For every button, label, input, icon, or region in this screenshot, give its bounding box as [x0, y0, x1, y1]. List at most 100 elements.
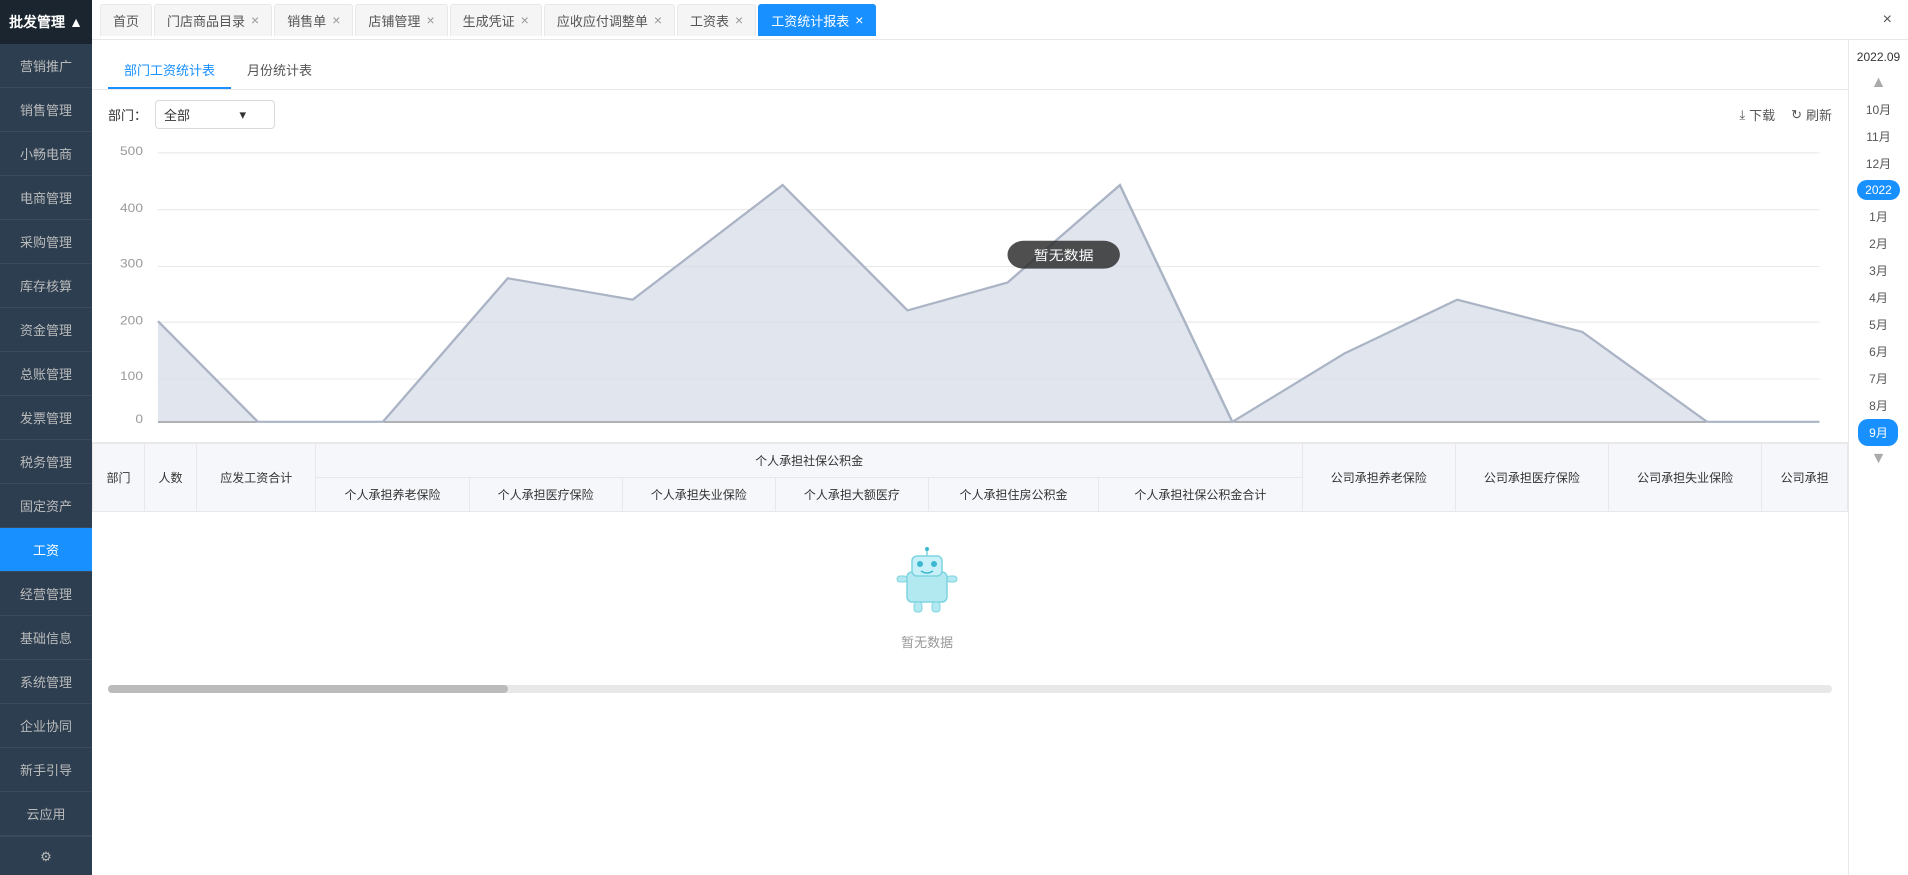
date-nav-up-arrow[interactable]: ▲ — [1867, 70, 1891, 96]
inner-content: 部门工资统计表月份统计表 部门： 全部 ▾ ⤓ 下载 — [92, 40, 1848, 875]
svg-text:100: 100 — [120, 369, 143, 383]
sidebar-item-营销推广[interactable]: 营销推广 — [0, 44, 92, 88]
refresh-button[interactable]: ↻ 刷新 — [1791, 105, 1832, 124]
empty-row: 暂无数据 — [93, 512, 1848, 682]
tab-close-button[interactable]: × — [521, 13, 529, 27]
tab-应收应付调整单[interactable]: 应收应付调整单 × — [544, 4, 675, 36]
sidebar-item-销售管理[interactable]: 销售管理 — [0, 88, 92, 132]
empty-text: 暂无数据 — [901, 632, 953, 651]
sidebar-item-资金管理[interactable]: 资金管理 — [0, 308, 92, 352]
svg-text:0: 0 — [135, 412, 143, 426]
empty-state: 暂无数据 — [93, 512, 1762, 681]
sidebar-title: 批发管理 — [9, 12, 65, 32]
col-group-personal: 个人承担社保公积金 — [316, 444, 1302, 478]
table-scrollbar[interactable] — [108, 685, 1832, 693]
col-company-pension: 公司承担养老保险 — [1302, 444, 1455, 512]
table-area[interactable]: 部门 人数 应发工资合计 个人承担社保公积金 公司承担养老保险 公司承担医疗保险… — [92, 442, 1848, 875]
tab-工资统计报表[interactable]: 工资统计报表 × — [758, 4, 876, 36]
tab-close-button[interactable]: × — [332, 13, 340, 27]
col-personal-medical: 个人承担医疗保险 — [469, 478, 622, 512]
tab-close-button[interactable]: × — [735, 13, 743, 27]
download-button[interactable]: ⤓ 下载 — [1739, 105, 1775, 124]
tab-生成凭证[interactable]: 生成凭证× — [450, 4, 542, 36]
sidebar-item-企业协同[interactable]: 企业协同 — [0, 704, 92, 748]
col-company-medical: 公司承担医疗保险 — [1455, 444, 1608, 512]
tab-门店商品目录[interactable]: 门店商品目录 × — [154, 4, 272, 36]
date-nav-year[interactable]: 2022 — [1857, 180, 1900, 200]
toolbar-right: ⤓ 下载 ↻ 刷新 — [1739, 105, 1832, 124]
toolbar-left: 部门： 全部 ▾ — [108, 100, 275, 129]
date-nav-month-8月[interactable]: 8月 — [1857, 392, 1900, 419]
date-nav-month-2月[interactable]: 2月 — [1857, 230, 1900, 257]
close-all-tabs-button[interactable]: × — [1875, 7, 1900, 33]
no-data-tooltip-text: 暂无数据 — [1034, 248, 1094, 263]
tab-首页[interactable]: 首页 — [100, 4, 152, 36]
sidebar-item-小畅电商[interactable]: 小畅电商 — [0, 132, 92, 176]
tab-label: 应收应付调整单 — [557, 11, 648, 30]
tab-销售单[interactable]: 销售单 × — [274, 4, 353, 36]
table-scrollbar-thumb — [108, 685, 508, 693]
tab-店铺管理[interactable]: 店铺管理 × — [355, 4, 447, 36]
sidebar-item-采购管理[interactable]: 采购管理 — [0, 220, 92, 264]
date-nav-month-12月[interactable]: 12月 — [1857, 150, 1900, 177]
date-nav-month-3月[interactable]: 3月 — [1857, 257, 1900, 284]
sub-tabs: 部门工资统计表月份统计表 — [92, 40, 1848, 90]
sidebar-item-总账管理[interactable]: 总账管理 — [0, 352, 92, 396]
col-total-wage: 应发工资合计 — [197, 444, 316, 512]
refresh-icon: ↻ — [1791, 107, 1802, 123]
chevron-down-icon: ▾ — [239, 107, 246, 123]
sidebar-item-系统管理[interactable]: 系统管理 — [0, 660, 92, 704]
col-dept: 部门 — [93, 444, 145, 512]
sidebar-item-税务管理[interactable]: 税务管理 — [0, 440, 92, 484]
tab-label: 工资表 — [690, 11, 729, 30]
col-personal-major-medical: 个人承担大额医疗 — [775, 478, 928, 512]
svg-text:200: 200 — [120, 313, 143, 327]
sidebar-item-库存核算[interactable]: 库存核算 — [0, 264, 92, 308]
tab-close-button[interactable]: × — [855, 13, 863, 27]
tab-close-button[interactable]: × — [654, 13, 662, 27]
sidebar-footer-settings[interactable]: ⚙ — [0, 836, 92, 875]
sidebar-arrow-icon: ▲ — [69, 14, 83, 30]
sidebar-item-基础信息[interactable]: 基础信息 — [0, 616, 92, 660]
sidebar-item-电商管理[interactable]: 电商管理 — [0, 176, 92, 220]
date-nav-month-4月[interactable]: 4月 — [1857, 284, 1900, 311]
svg-text:400: 400 — [120, 201, 143, 215]
tab-label: 店铺管理 — [368, 11, 420, 30]
tab-label: 销售单 — [287, 11, 326, 30]
sidebar-item-经营管理[interactable]: 经营管理 — [0, 572, 92, 616]
date-nav-month-6月[interactable]: 6月 — [1857, 338, 1900, 365]
tab-工资表[interactable]: 工资表 × — [677, 4, 756, 36]
col-personal-housing: 个人承担住房公积金 — [929, 478, 1099, 512]
date-nav-month-11月[interactable]: 11月 — [1857, 123, 1900, 150]
sidebar: 批发管理 ▲ 营销推广销售管理小畅电商电商管理采购管理库存核算资金管理总账管理发… — [0, 0, 92, 875]
settings-icon: ⚙ — [40, 849, 52, 864]
date-nav-month-7月[interactable]: 7月 — [1857, 365, 1900, 392]
col-company-unemployment: 公司承担失业保险 — [1609, 444, 1762, 512]
download-icon: ⤓ — [1739, 107, 1745, 123]
main-area: 首页门店商品目录×销售单×店铺管理×生成凭证×应收应付调整单×工资表×工资统计报… — [92, 0, 1908, 875]
sidebar-item-云应用[interactable]: 云应用 — [0, 792, 92, 836]
sidebar-item-发票管理[interactable]: 发票管理 — [0, 396, 92, 440]
date-nav-month-1月[interactable]: 1月 — [1857, 203, 1900, 230]
tab-label: 工资统计报表 — [771, 11, 849, 30]
col-personal-unemployment: 个人承担失业保险 — [622, 478, 775, 512]
dept-select[interactable]: 全部 ▾ — [155, 100, 275, 129]
sub-tab-部门工资统计表[interactable]: 部门工资统计表 — [108, 52, 231, 89]
tab-close-button[interactable]: × — [426, 13, 434, 27]
col-company-other: 公司承担 — [1762, 444, 1848, 512]
sidebar-item-工资[interactable]: 工资 — [0, 528, 92, 572]
sub-tab-月份统计表[interactable]: 月份统计表 — [231, 52, 328, 89]
date-nav-down-arrow[interactable]: ▼ — [1867, 446, 1891, 472]
tab-label: 门店商品目录 — [167, 11, 245, 30]
sidebar-header[interactable]: 批发管理 ▲ — [0, 0, 92, 44]
empty-robot-icon — [887, 542, 967, 622]
sidebar-item-新手引导[interactable]: 新手引导 — [0, 748, 92, 792]
col-headcount: 人数 — [145, 444, 197, 512]
tab-bar: 首页门店商品目录×销售单×店铺管理×生成凭证×应收应付调整单×工资表×工资统计报… — [92, 0, 1908, 40]
date-nav-month-9月[interactable]: 9月 — [1858, 419, 1898, 446]
svg-text:500: 500 — [120, 144, 143, 158]
tab-close-button[interactable]: × — [251, 13, 259, 27]
date-nav-month-10月[interactable]: 10月 — [1857, 96, 1900, 123]
sidebar-item-固定资产[interactable]: 固定资产 — [0, 484, 92, 528]
date-nav-month-5月[interactable]: 5月 — [1857, 311, 1900, 338]
